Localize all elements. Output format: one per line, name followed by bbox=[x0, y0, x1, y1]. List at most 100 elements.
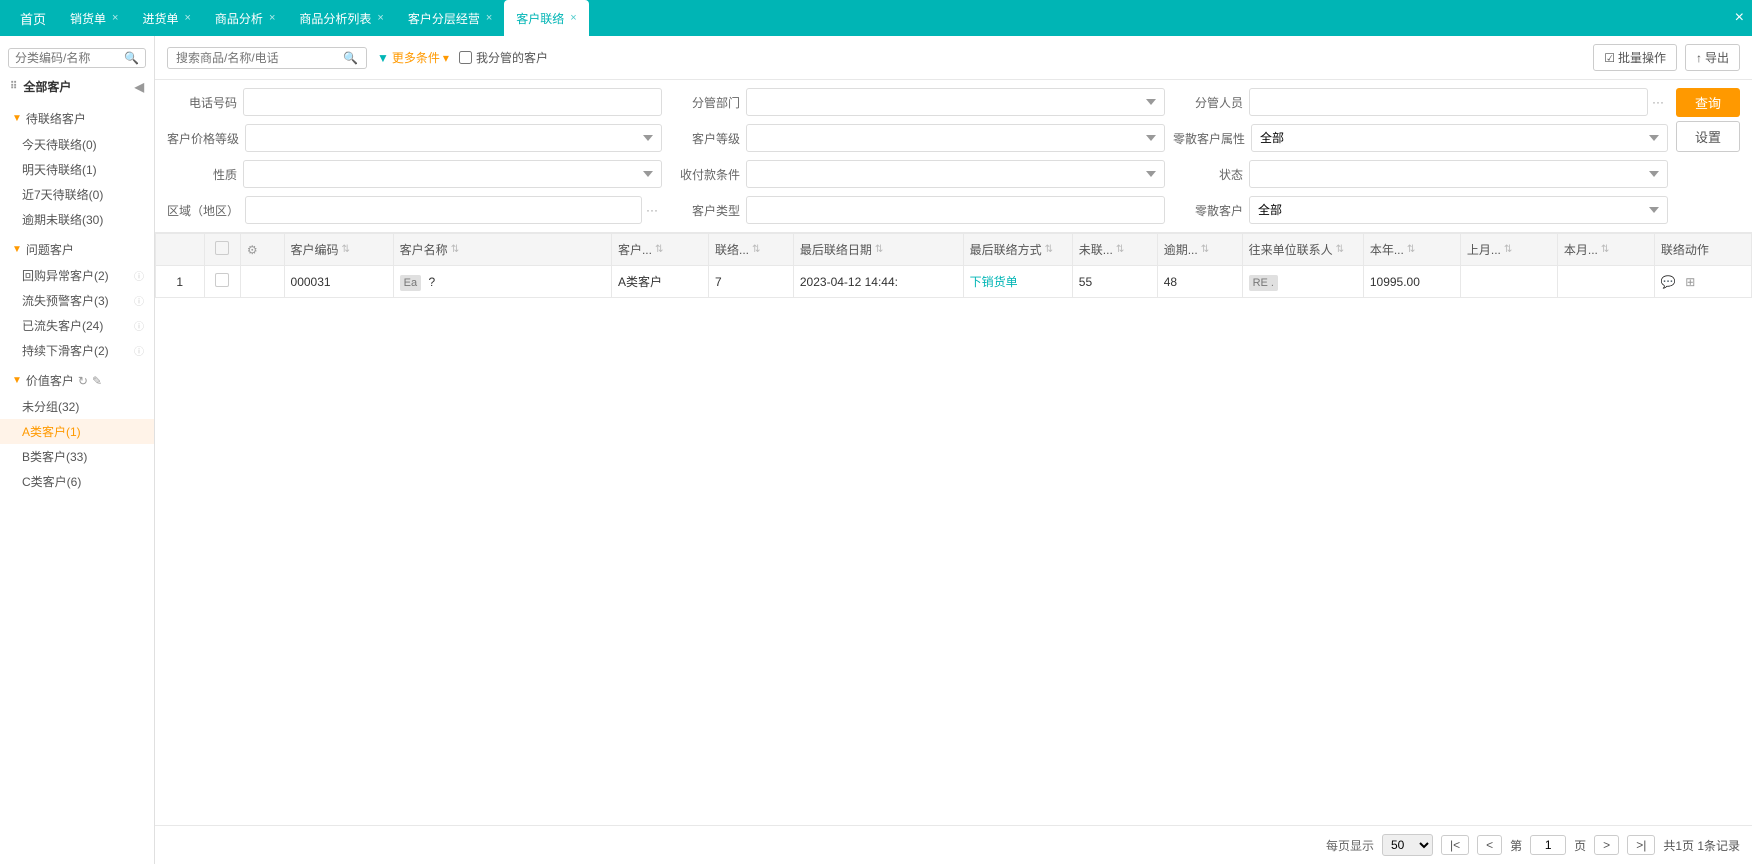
sidebar-search-input[interactable] bbox=[15, 51, 124, 65]
dept-select[interactable] bbox=[746, 88, 1165, 116]
phone-label: 电话号码 bbox=[167, 94, 237, 111]
retail-customer-field: 零散客户 全部 bbox=[1173, 196, 1668, 224]
sidebar-item-b-class[interactable]: B类客户(33) bbox=[0, 444, 154, 469]
th-thisyear[interactable]: 本年... ⇅ bbox=[1363, 234, 1460, 266]
sidebar-search-icon[interactable]: 🔍 bbox=[124, 51, 139, 65]
content-area: 🔍 ▼ 更多条件 ▾ 我分管的客户 ☑ 批量操作 ↑ 导出 bbox=[155, 36, 1752, 864]
row-checkbox[interactable] bbox=[215, 273, 229, 287]
nav-customer-tier-close[interactable]: × bbox=[486, 12, 492, 24]
my-customer-checkbox[interactable] bbox=[459, 51, 472, 64]
th-code[interactable]: 客户编码 ⇅ bbox=[284, 234, 393, 266]
sidebar-item-c-class[interactable]: C类客户(6) bbox=[0, 469, 154, 494]
sidebar-collapse-icon[interactable]: ◀ bbox=[135, 80, 144, 94]
nav-goods-list[interactable]: 商品分析列表 × bbox=[287, 0, 395, 36]
region-input[interactable] bbox=[245, 196, 642, 224]
table-area: ⚙ 客户编码 ⇅ 客户名称 ⇅ bbox=[155, 233, 1752, 825]
header-checkbox[interactable] bbox=[215, 241, 229, 255]
manager-dots-btn[interactable]: ··· bbox=[1648, 95, 1668, 109]
sidebar-all-customers[interactable]: ⠿ 全部客户 ◀ bbox=[0, 72, 154, 101]
manager-input[interactable] bbox=[1249, 88, 1648, 116]
price-grade-select[interactable] bbox=[245, 124, 662, 152]
nav-customer-tier[interactable]: 客户分层经营 × bbox=[396, 0, 504, 36]
payment-select[interactable] bbox=[746, 160, 1165, 188]
region-dots-btn[interactable]: ··· bbox=[642, 203, 662, 217]
nav-sales[interactable]: 销货单 × bbox=[58, 0, 130, 36]
th-gear: ⚙ bbox=[240, 234, 284, 266]
th-history[interactable]: 往来单位联系人 ⇅ bbox=[1242, 234, 1363, 266]
sidebar-item-a-class[interactable]: A类客户(1) bbox=[0, 419, 154, 444]
sidebar-item-7days[interactable]: 近7天待联络(0) bbox=[0, 182, 154, 207]
retail-customer-select[interactable]: 全部 bbox=[1249, 196, 1668, 224]
nav-sales-close[interactable]: × bbox=[112, 12, 118, 24]
action-chat-icon[interactable]: 💬 bbox=[1661, 275, 1676, 289]
th-type[interactable]: 客户... ⇅ bbox=[611, 234, 708, 266]
page-size-select[interactable]: 102050100 bbox=[1382, 834, 1433, 856]
sidebar-pending-group[interactable]: ▼ 待联络客户 bbox=[0, 105, 154, 132]
customer-type-input[interactable] bbox=[746, 196, 1165, 224]
sort-overdue-icon: ⇅ bbox=[1201, 244, 1209, 255]
nav-goods-analysis-close[interactable]: × bbox=[269, 12, 275, 24]
more-filter-btn[interactable]: ▼ 更多条件 ▾ bbox=[377, 49, 449, 66]
my-customer-checkbox-label[interactable]: 我分管的客户 bbox=[459, 49, 548, 66]
sidebar-problem-group[interactable]: ▼ 问题客户 bbox=[0, 236, 154, 263]
nav-customer-contact[interactable]: 客户联络 × bbox=[504, 0, 588, 36]
sidebar-value-group[interactable]: ▼ 价值客户 ↻ ✎ bbox=[0, 367, 154, 394]
sort-unlinked-icon: ⇅ bbox=[1116, 244, 1124, 255]
close-all-tabs[interactable]: × bbox=[1735, 9, 1744, 27]
th-unlinked[interactable]: 未联... ⇅ bbox=[1072, 234, 1157, 266]
phone-input[interactable] bbox=[243, 88, 662, 116]
th-name[interactable]: 客户名称 ⇅ bbox=[393, 234, 611, 266]
customer-type-field: 客户类型 bbox=[670, 196, 1165, 224]
batch-op-btn[interactable]: ☑ 批量操作 bbox=[1593, 44, 1677, 71]
first-page-btn[interactable]: |< bbox=[1441, 835, 1469, 855]
gear-icon[interactable]: ⚙ bbox=[247, 243, 258, 257]
nature-select[interactable] bbox=[243, 160, 662, 188]
sidebar-value-refresh[interactable]: ↻ bbox=[78, 374, 88, 388]
sort-method-icon: ⇅ bbox=[1045, 244, 1053, 255]
sidebar-item-declining[interactable]: 持续下滑客户(2) ⓘ bbox=[0, 338, 154, 363]
th-date[interactable]: 最后联络日期 ⇅ bbox=[793, 234, 963, 266]
last-page-btn[interactable]: >| bbox=[1627, 835, 1655, 855]
settings-btn[interactable]: 设置 bbox=[1676, 121, 1740, 152]
search-icon[interactable]: 🔍 bbox=[343, 51, 358, 65]
th-thismonth[interactable]: 本月... ⇅ bbox=[1557, 234, 1654, 266]
export-btn[interactable]: ↑ 导出 bbox=[1685, 44, 1740, 71]
sidebar-item-today[interactable]: 今天待联络(0) bbox=[0, 132, 154, 157]
sidebar-item-ungrouped[interactable]: 未分组(32) bbox=[0, 394, 154, 419]
customer-grade-label: 客户等级 bbox=[670, 130, 740, 147]
page-input[interactable] bbox=[1530, 835, 1566, 855]
sidebar-pending-arrow: ▼ bbox=[12, 113, 22, 124]
nav-home[interactable]: 首页 bbox=[8, 0, 58, 36]
action-grid-icon[interactable]: ⊞ bbox=[1685, 275, 1695, 289]
query-btn[interactable]: 查询 bbox=[1676, 88, 1740, 117]
retail-attr-select[interactable]: 全部 bbox=[1251, 124, 1668, 152]
td-name: Ea ? bbox=[393, 266, 611, 298]
sidebar-item-churn-warning[interactable]: 流失预警客户(3) ⓘ bbox=[0, 288, 154, 313]
sidebar-value-edit[interactable]: ✎ bbox=[92, 374, 102, 388]
search-input[interactable] bbox=[176, 51, 339, 65]
nav-purchase[interactable]: 进货单 × bbox=[130, 0, 202, 36]
sidebar-item-abnormal[interactable]: 回购异常客户(2) ⓘ bbox=[0, 263, 154, 288]
td-no: 1 bbox=[156, 266, 205, 298]
query-buttons: 查询 设置 bbox=[1676, 88, 1740, 152]
method-link[interactable]: 下销货单 bbox=[970, 275, 1018, 289]
nav-goods-analysis[interactable]: 商品分析 × bbox=[203, 0, 287, 36]
sidebar-search-box[interactable]: 🔍 bbox=[8, 48, 146, 68]
prev-page-btn[interactable]: < bbox=[1477, 835, 1502, 855]
next-page-btn[interactable]: > bbox=[1594, 835, 1619, 855]
nav-goods-list-close[interactable]: × bbox=[377, 12, 383, 24]
nav-purchase-close[interactable]: × bbox=[184, 12, 190, 24]
sidebar-item-overdue[interactable]: 逾期未联络(30) bbox=[0, 207, 154, 232]
search-box[interactable]: 🔍 bbox=[167, 47, 367, 69]
th-lastmonth[interactable]: 上月... ⇅ bbox=[1460, 234, 1557, 266]
sidebar-item-tomorrow[interactable]: 明天待联络(1) bbox=[0, 157, 154, 182]
sidebar-item-churned[interactable]: 已流失客户(24) ⓘ bbox=[0, 313, 154, 338]
td-lastmonth bbox=[1460, 266, 1557, 298]
customer-grade-select[interactable] bbox=[746, 124, 1165, 152]
th-method[interactable]: 最后联络方式 ⇅ bbox=[963, 234, 1072, 266]
th-contact[interactable]: 联络... ⇅ bbox=[708, 234, 793, 266]
nav-customer-contact-close[interactable]: × bbox=[570, 12, 576, 24]
top-actions: ☑ 批量操作 ↑ 导出 bbox=[1593, 44, 1740, 71]
th-overdue[interactable]: 逾期... ⇅ bbox=[1157, 234, 1242, 266]
status-select[interactable] bbox=[1249, 160, 1668, 188]
